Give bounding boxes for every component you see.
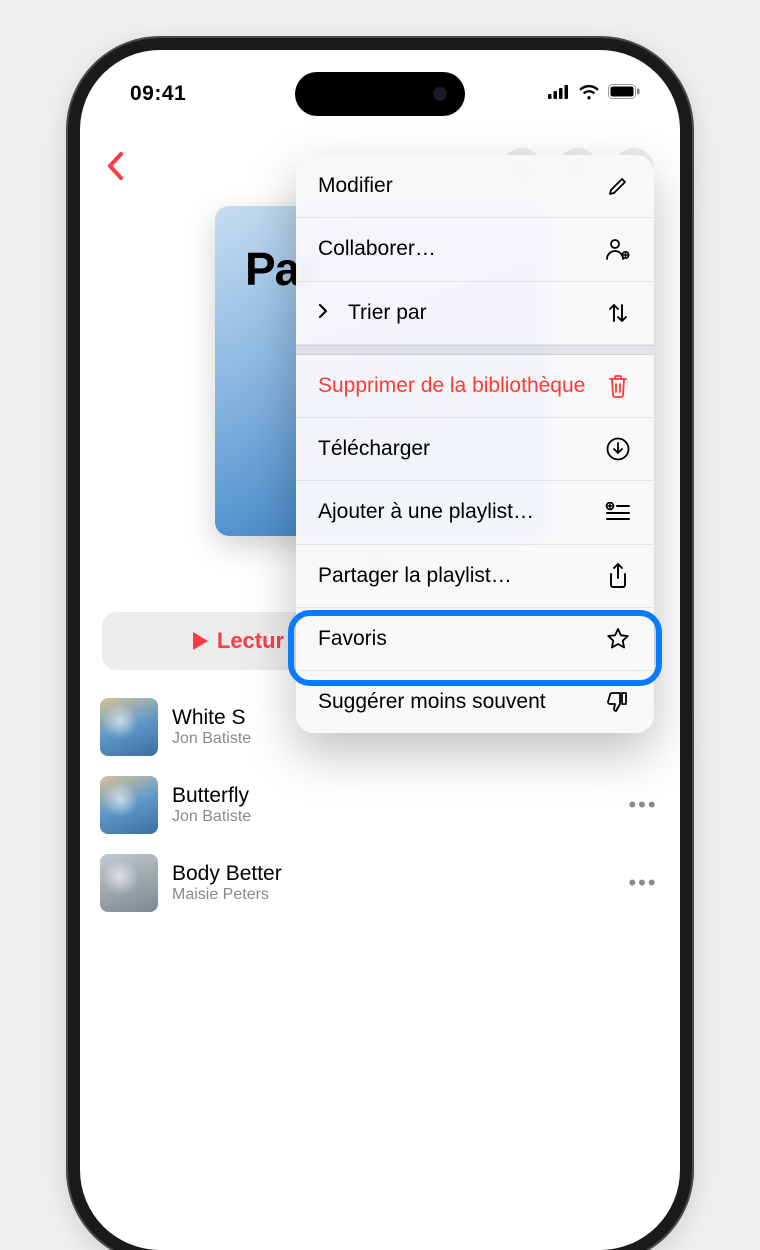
menu-label: Supprimer de la bibliothèque [318,373,590,399]
menu-collaborate[interactable]: Collaborer… [296,218,654,281]
download-circle-icon [604,437,632,461]
menu-label: Modifier [318,173,590,199]
thumbs-down-icon [604,690,632,714]
menu-suggest-less[interactable]: Suggérer moins souvent [296,671,654,733]
add-to-list-icon [604,502,632,522]
track-artwork [100,698,158,756]
menu-label: Ajouter à une playlist… [318,499,590,525]
person-add-icon [604,238,632,260]
menu-label: Collaborer… [318,236,590,262]
track-artist: Jon Batiste [172,808,612,826]
menu-label: Partager la playlist… [318,563,590,589]
menu-separator [296,345,654,355]
menu-share[interactable]: Partager la playlist… [296,545,654,608]
track-artwork [100,776,158,834]
play-icon [191,631,209,651]
status-time: 09:41 [130,82,186,106]
chevron-right-icon [318,301,328,325]
menu-label: Trier par [348,300,590,326]
side-button [66,330,72,410]
trash-icon [604,374,632,398]
context-menu: Modifier Collaborer… Trier par Supprimer… [296,155,654,733]
star-icon [604,627,632,651]
side-button [66,260,72,300]
share-icon [604,563,632,589]
track-artist: Maisie Peters [172,886,612,904]
wifi-icon [578,84,600,105]
status-indicators [548,84,640,105]
track-more-button[interactable]: ••• [626,792,660,818]
side-button [66,430,72,510]
cellular-icon [548,85,570,104]
menu-download[interactable]: Télécharger [296,418,654,481]
menu-add-playlist[interactable]: Ajouter à une playlist… [296,481,654,544]
menu-label: Suggérer moins souvent [318,689,590,715]
back-button[interactable] [106,152,124,185]
track-artwork [100,854,158,912]
menu-delete[interactable]: Supprimer de la bibliothèque [296,355,654,418]
track-title: Butterfly [172,784,612,808]
pencil-icon [604,176,632,196]
side-button [688,330,694,450]
battery-icon [608,84,640,104]
play-label: Lectur [217,628,284,654]
dynamic-island [295,72,465,116]
sort-arrows-icon [604,302,632,324]
track-title: Body Better [172,862,612,886]
track-row[interactable]: Body Better Maisie Peters ••• [100,844,660,922]
track-row[interactable]: Butterfly Jon Batiste ••• [100,766,660,844]
menu-label: Télécharger [318,436,590,462]
menu-favorite[interactable]: Favoris [296,608,654,671]
menu-sort[interactable]: Trier par [296,282,654,345]
track-more-button[interactable]: ••• [626,870,660,896]
menu-label: Favoris [318,626,590,652]
menu-edit[interactable]: Modifier [296,155,654,218]
